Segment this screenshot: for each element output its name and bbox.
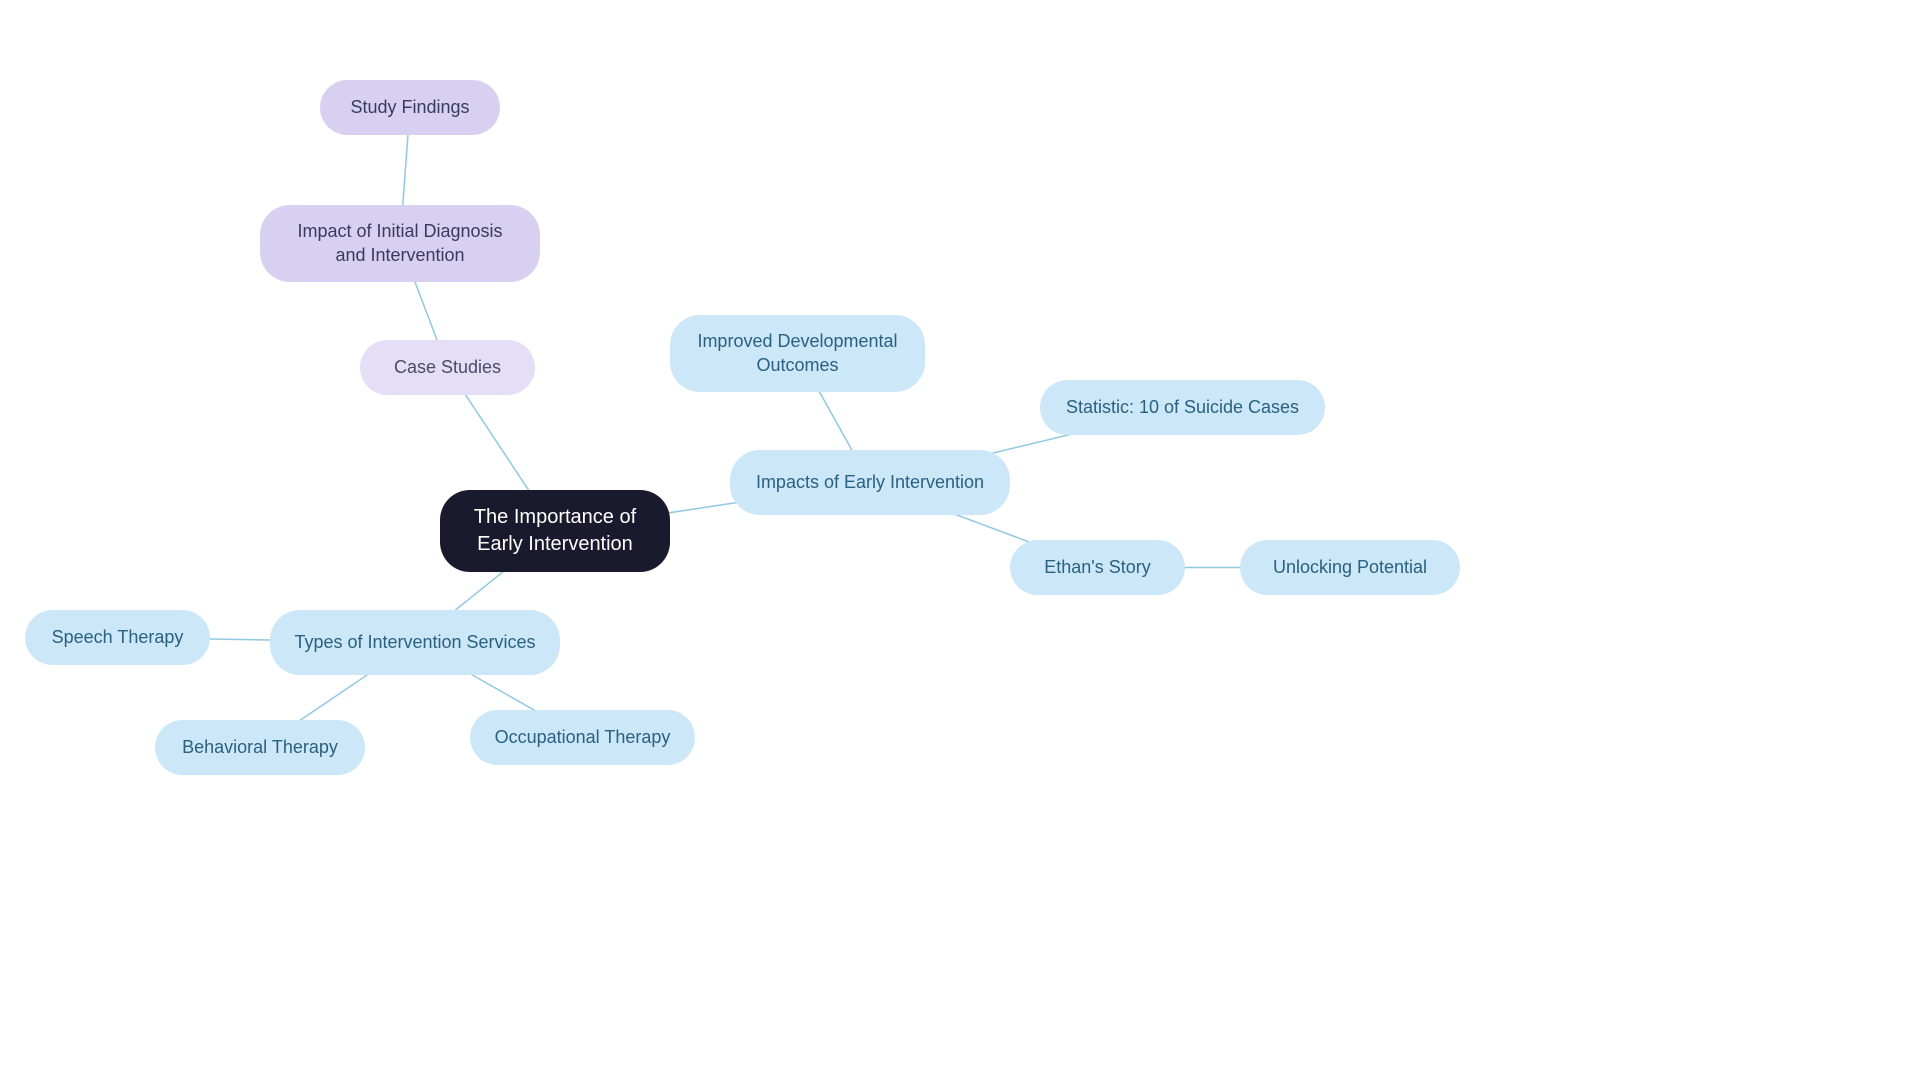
node-improved_outcomes[interactable]: Improved Developmental Outcomes xyxy=(670,315,925,392)
node-speech_therapy[interactable]: Speech Therapy xyxy=(25,610,210,665)
node-unlocking_potential[interactable]: Unlocking Potential xyxy=(1240,540,1460,595)
node-center[interactable]: The Importance of Early Intervention xyxy=(440,490,670,572)
connections-svg xyxy=(0,0,1920,1083)
node-impacts_early[interactable]: Impacts of Early Intervention xyxy=(730,450,1010,515)
node-case_studies[interactable]: Case Studies xyxy=(360,340,535,395)
node-types_intervention[interactable]: Types of Intervention Services xyxy=(270,610,560,675)
node-study_findings[interactable]: Study Findings xyxy=(320,80,500,135)
node-behavioral_therapy[interactable]: Behavioral Therapy xyxy=(155,720,365,775)
mindmap-container: The Importance of Early Intervention Stud… xyxy=(0,0,1920,1083)
node-statistic[interactable]: Statistic: 10 of Suicide Cases xyxy=(1040,380,1325,435)
node-impact_diagnosis[interactable]: Impact of Initial Diagnosis and Interven… xyxy=(260,205,540,282)
node-occupational_therapy[interactable]: Occupational Therapy xyxy=(470,710,695,765)
node-ethans_story[interactable]: Ethan's Story xyxy=(1010,540,1185,595)
